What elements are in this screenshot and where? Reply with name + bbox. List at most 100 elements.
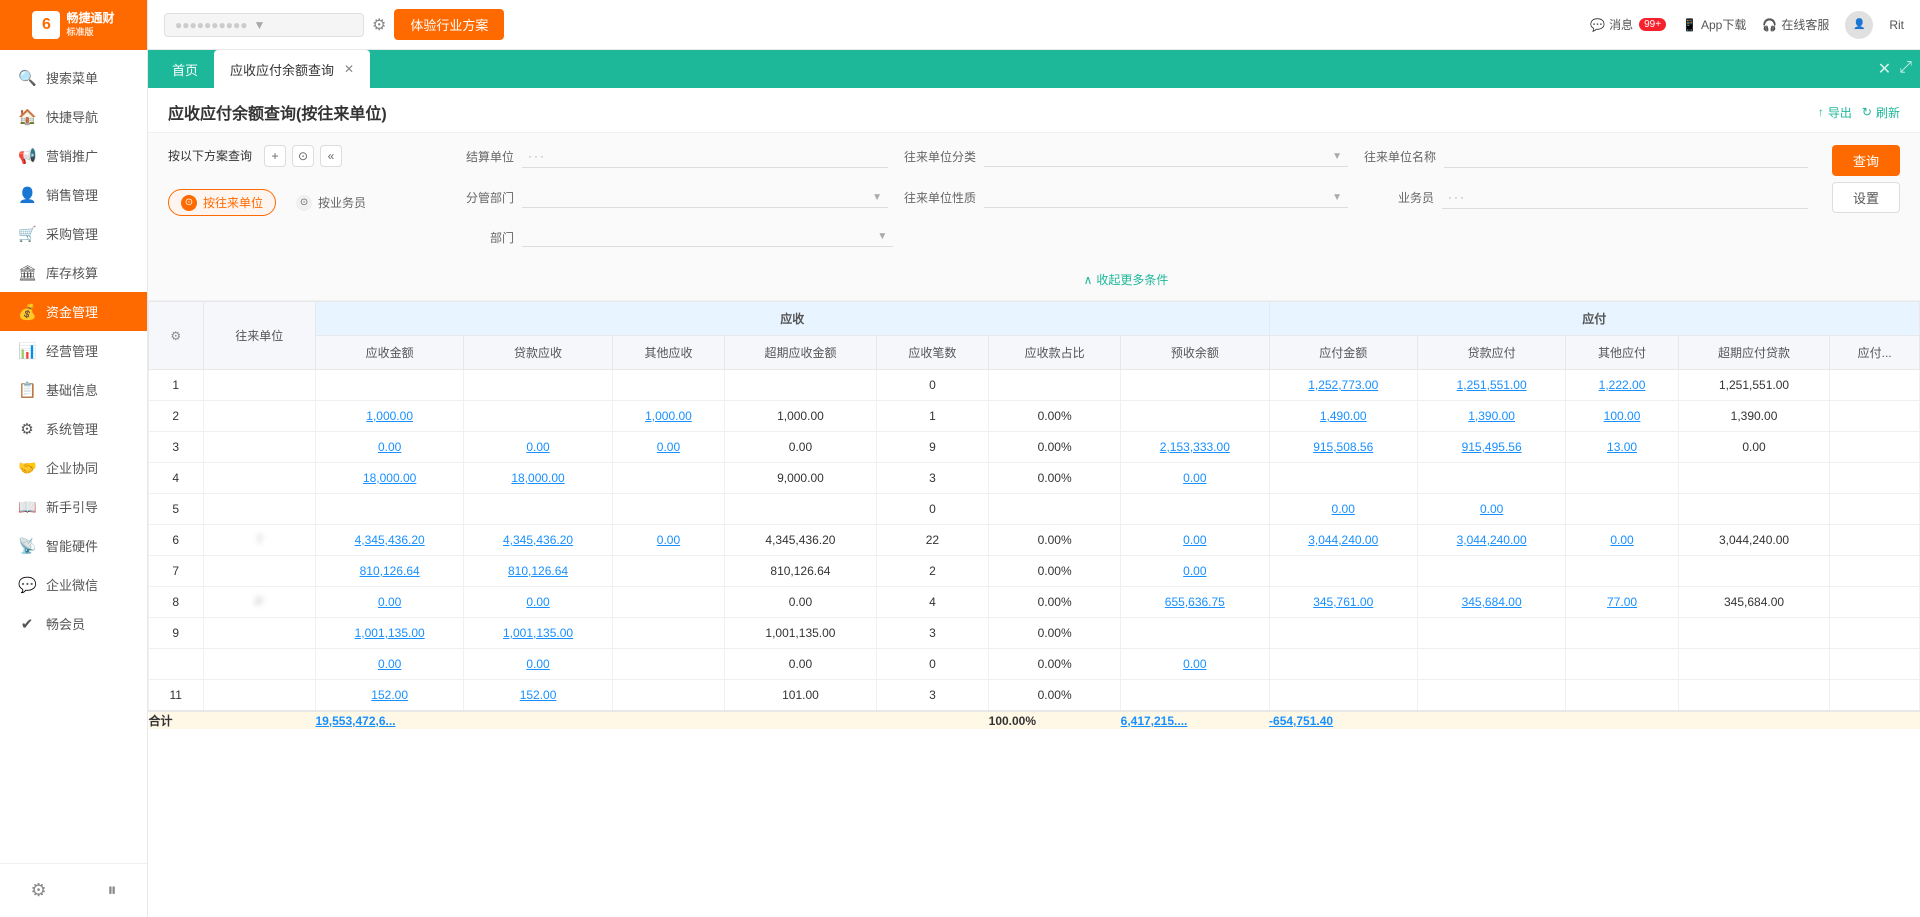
row-6-col-9 <box>1269 556 1417 587</box>
row-2-col-9[interactable]: 915,508.56 <box>1269 432 1417 463</box>
row-7-col-9[interactable]: 345,761.00 <box>1269 587 1417 618</box>
promo-button[interactable]: 体验行业方案 <box>394 9 504 40</box>
row-10-col-2[interactable]: 152.00 <box>315 680 463 712</box>
footer-ys-amount[interactable]: 19,553,472,6... <box>315 711 463 729</box>
row-5-col-3[interactable]: 4,345,436.20 <box>464 525 612 556</box>
sidebar-item-wechat[interactable]: 💬 企业微信 <box>0 565 147 604</box>
sidebar-item-purchase[interactable]: 🛒 采购管理 <box>0 214 147 253</box>
scheme-item-unit[interactable]: ⊙ 按往来单位 <box>168 189 276 216</box>
sidebar-item-basic[interactable]: 📋 基础信息 <box>0 370 147 409</box>
refresh-button[interactable]: ↻ 刷新 <box>1862 104 1900 121</box>
sidebar-item-guide[interactable]: 📖 新手引导 <box>0 487 147 526</box>
sidebar-item-member[interactable]: ✔ 畅会员 <box>0 604 147 643</box>
row-1-col-9[interactable]: 1,490.00 <box>1269 401 1417 432</box>
scheme-add-btn[interactable]: + <box>264 145 286 167</box>
row-0-col-9[interactable]: 1,252,773.00 <box>1269 370 1417 401</box>
sidebar-item-hardware[interactable]: 📡 智能硬件 <box>0 526 147 565</box>
scheme-collapse-btn[interactable]: « <box>320 145 342 167</box>
row-1-col-2[interactable]: 1,000.00 <box>315 401 463 432</box>
dept-manager-select[interactable]: ▼ <box>522 188 888 208</box>
topbar-address[interactable]: ●●●●●●●●●● ▼ <box>164 13 364 37</box>
sidebar-label-guide: 新手引导 <box>46 497 98 516</box>
unit-name-input[interactable] <box>1444 145 1808 168</box>
export-button[interactable]: ↑ 导出 <box>1818 104 1852 121</box>
row-3-col-7: 0.00% <box>989 463 1121 494</box>
collapse-button[interactable]: ∧ 收起更多条件 <box>444 265 1808 288</box>
sidebar-menu: 🔍 搜索菜单 🏠 快捷导航 📢 营销推广 👤 销售管理 🛒 采购管理 🏛 库存核… <box>0 50 147 651</box>
row-3-col-8[interactable]: 0.00 <box>1121 463 1269 494</box>
sidebar-collapse-btn[interactable]: ⏸ <box>102 874 123 907</box>
tab-balance[interactable]: 应收应付余额查询 ✕ <box>214 50 370 88</box>
row-5-col-11[interactable]: 0.00 <box>1566 525 1678 556</box>
settlement-unit-select[interactable]: ··· <box>522 145 888 168</box>
col-gear[interactable]: ⚙ <box>149 302 204 370</box>
sidebar-item-quicknav[interactable]: 🏠 快捷导航 <box>0 97 147 136</box>
row-2-col-3[interactable]: 0.00 <box>464 432 612 463</box>
row-2-col-2[interactable]: 0.00 <box>315 432 463 463</box>
row-3-col-3[interactable]: 18,000.00 <box>464 463 612 494</box>
footer-yf-amount[interactable]: -654,751.40 <box>1269 711 1417 729</box>
table-gear-icon[interactable]: ⚙ <box>170 329 181 343</box>
sidebar-settings-btn[interactable]: ⚙ <box>24 874 52 907</box>
row-9-col-1 <box>203 649 315 680</box>
topbar-message[interactable]: 💬 消息 99+ <box>1590 16 1666 33</box>
tab-close-icon[interactable]: ✕ <box>344 62 354 76</box>
sidebar-item-search[interactable]: 🔍 搜索菜单 <box>0 58 147 97</box>
query-button[interactable]: 查询 <box>1832 145 1900 176</box>
scheme-item-staff[interactable]: ⊙ 按业务员 <box>284 189 378 216</box>
sidebar-item-marketing[interactable]: 📢 营销推广 <box>0 136 147 175</box>
sidebar-item-finance[interactable]: 💰 资金管理 <box>0 292 147 331</box>
row-8-col-3[interactable]: 1,001,135.00 <box>464 618 612 649</box>
sidebar-item-cooperation[interactable]: 🤝 企业协同 <box>0 448 147 487</box>
row-7-col-2[interactable]: 0.00 <box>315 587 463 618</box>
row-7-col-11[interactable]: 77.00 <box>1566 587 1678 618</box>
row-6-col-3[interactable]: 810,126.64 <box>464 556 612 587</box>
topbar-service[interactable]: 🎧 在线客服 <box>1762 16 1829 33</box>
sidebar-item-sales[interactable]: 👤 销售管理 <box>0 175 147 214</box>
row-0-col-10[interactable]: 1,251,551.00 <box>1417 370 1565 401</box>
row-2-col-10[interactable]: 915,495.56 <box>1417 432 1565 463</box>
row-4-col-10[interactable]: 0.00 <box>1417 494 1565 525</box>
row-7-col-10[interactable]: 345,684.00 <box>1417 587 1565 618</box>
topbar-gear-icon[interactable]: ⚙ <box>372 15 386 35</box>
sidebar-item-system[interactable]: ⚙ 系统管理 <box>0 409 147 448</box>
topbar-app-download[interactable]: 📱 App下载 <box>1682 16 1746 33</box>
row-2-col-11[interactable]: 13.00 <box>1566 432 1678 463</box>
setting-button[interactable]: 设置 <box>1832 182 1900 213</box>
row-5-col-9[interactable]: 3,044,240.00 <box>1269 525 1417 556</box>
row-1-col-11[interactable]: 100.00 <box>1566 401 1678 432</box>
scheme-edit-btn[interactable]: ⊙ <box>292 145 314 167</box>
row-4-col-9[interactable]: 0.00 <box>1269 494 1417 525</box>
row-9-col-2[interactable]: 0.00 <box>315 649 463 680</box>
sidebar-item-operation[interactable]: 📊 经营管理 <box>0 331 147 370</box>
row-5-col-10[interactable]: 3,044,240.00 <box>1417 525 1565 556</box>
footer-ys-prepay[interactable]: 6,417,215.... <box>1121 711 1269 729</box>
row-0-col-11[interactable]: 1,222.00 <box>1566 370 1678 401</box>
row-5-col-2[interactable]: 4,345,436.20 <box>315 525 463 556</box>
row-7-col-3[interactable]: 0.00 <box>464 587 612 618</box>
row-5-col-4[interactable]: 0.00 <box>612 525 724 556</box>
row-6-col-2[interactable]: 810,126.64 <box>315 556 463 587</box>
row-6-col-8[interactable]: 0.00 <box>1121 556 1269 587</box>
tab-close-all-icon[interactable]: ✕ <box>1878 59 1891 79</box>
row-8-col-2[interactable]: 1,001,135.00 <box>315 618 463 649</box>
row-3-col-2[interactable]: 18,000.00 <box>315 463 463 494</box>
tab-expand-icon[interactable]: ⤢ <box>1899 59 1912 79</box>
row-2-col-8[interactable]: 2,153,333.00 <box>1121 432 1269 463</box>
dept-select[interactable]: ▼ <box>522 227 893 247</box>
unit-category-select[interactable]: ▼ <box>984 147 1348 167</box>
row-8-col-13 <box>1830 618 1920 649</box>
row-9-col-8[interactable]: 0.00 <box>1121 649 1269 680</box>
salesman-select[interactable]: ··· <box>1442 186 1808 209</box>
sidebar-item-inventory[interactable]: 🏛 库存核算 <box>0 253 147 292</box>
row-9-col-3[interactable]: 0.00 <box>464 649 612 680</box>
unit-nature-select[interactable]: ▼ <box>984 188 1348 208</box>
row-7-col-8[interactable]: 655,636.75 <box>1121 587 1269 618</box>
row-1-col-4[interactable]: 1,000.00 <box>612 401 724 432</box>
row-1-col-10[interactable]: 1,390.00 <box>1417 401 1565 432</box>
row-5-col-8[interactable]: 0.00 <box>1121 525 1269 556</box>
row-2-col-4[interactable]: 0.00 <box>612 432 724 463</box>
col-yf-other: 其他应付 <box>1566 336 1678 370</box>
row-10-col-3[interactable]: 152.00 <box>464 680 612 712</box>
tab-home[interactable]: 首页 <box>156 50 214 88</box>
